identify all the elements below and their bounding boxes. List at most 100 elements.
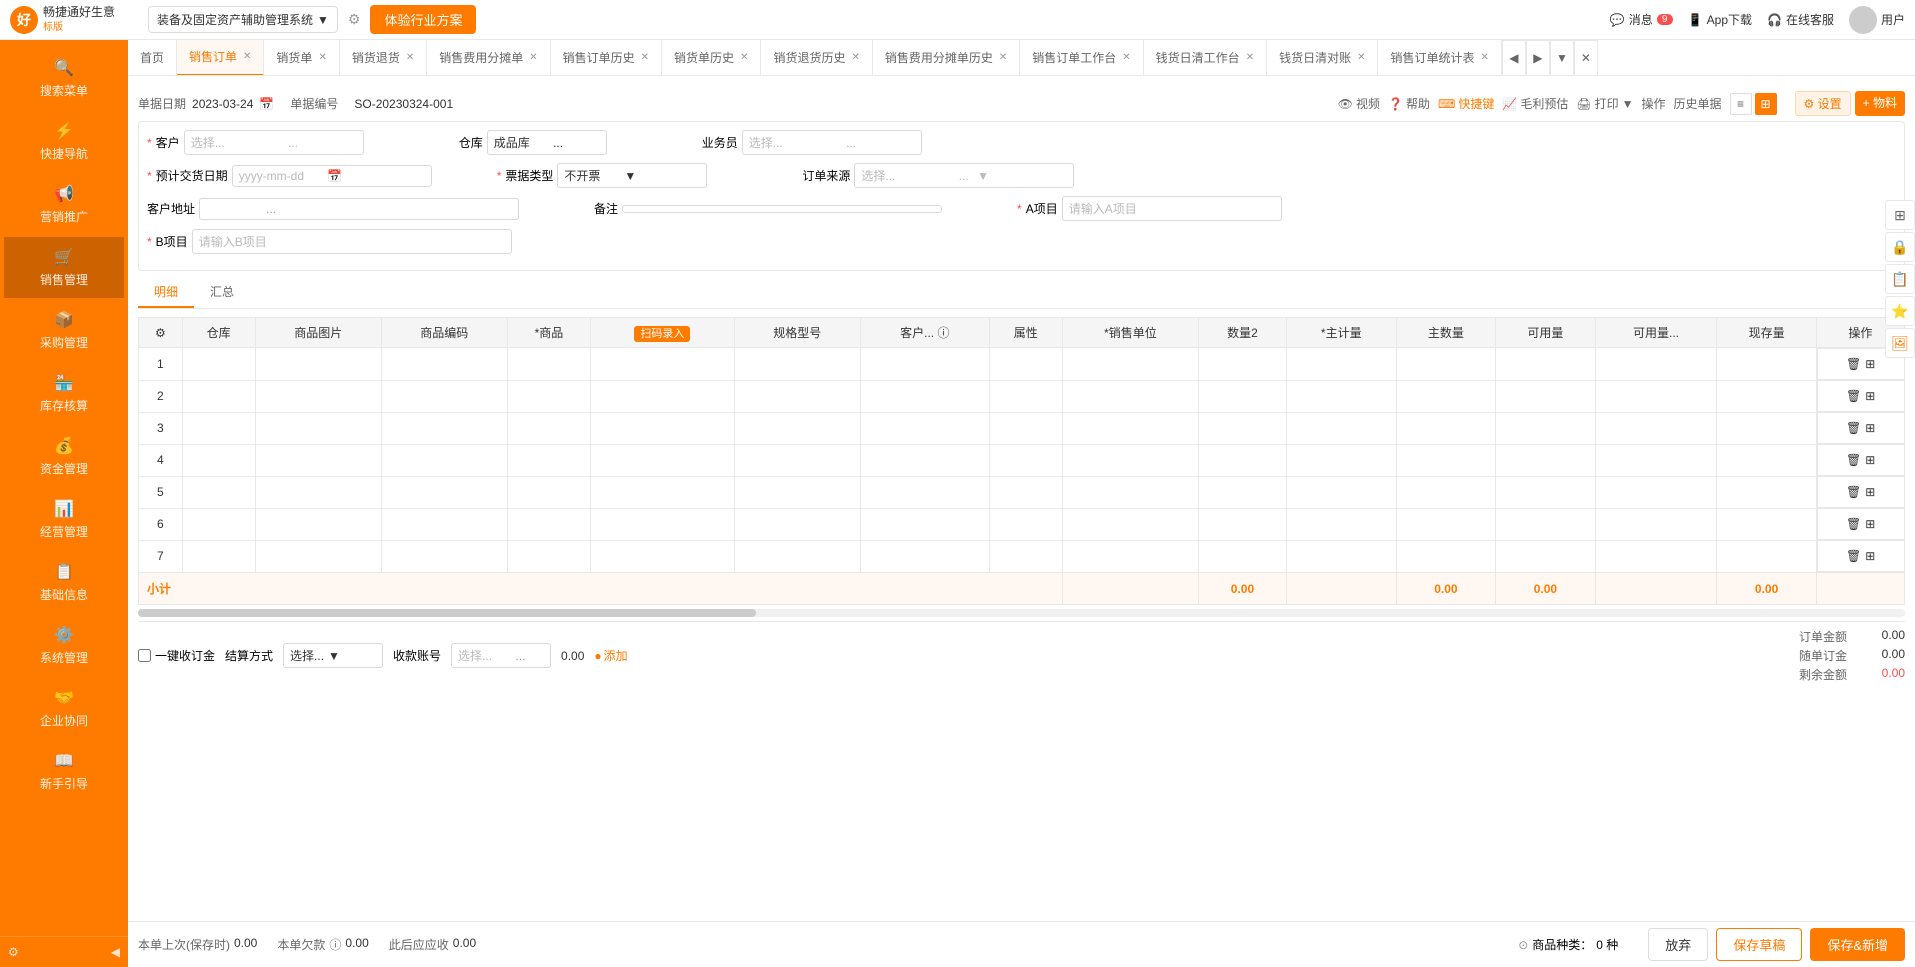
tab-sales-workbench[interactable]: 销售订单工作台 ✕ bbox=[1020, 40, 1143, 76]
one-click-payment-checkbox[interactable]: 一键收订金 bbox=[138, 647, 215, 664]
sidebar-item-inventory[interactable]: 🏪 库存核算 bbox=[4, 363, 124, 424]
address-input[interactable]: ... bbox=[199, 198, 519, 220]
row-delete-icon[interactable]: 🗑 bbox=[1846, 453, 1861, 467]
save-draft-button[interactable]: 保存草稿 bbox=[1716, 928, 1802, 961]
invoice-select[interactable]: 不开票 ▼ bbox=[557, 163, 707, 188]
sidebar-item-operations[interactable]: 📊 经营管理 bbox=[4, 489, 124, 550]
sidebar-item-quick-nav[interactable]: ⚡ 快捷导航 bbox=[4, 111, 124, 172]
grid-view-btn[interactable]: ⊞ bbox=[1755, 93, 1777, 115]
note-input[interactable] bbox=[622, 205, 942, 213]
print-dropdown-icon[interactable]: ▼ bbox=[1622, 97, 1634, 111]
row-copy-icon[interactable]: ⊞ bbox=[1865, 421, 1875, 435]
sidebar-item-search[interactable]: 🔍 搜索菜单 bbox=[4, 48, 124, 109]
row-copy-icon[interactable]: ⊞ bbox=[1865, 357, 1875, 371]
sidebar-item-system[interactable]: ⚙️ 系统管理 bbox=[4, 615, 124, 676]
tab-sales-expense-history[interactable]: 销售费用分摊单历史 ✕ bbox=[873, 40, 1020, 76]
side-panel-btn-2[interactable]: 🔒 bbox=[1885, 232, 1915, 262]
row-delete-icon[interactable]: 🗑 bbox=[1846, 421, 1861, 435]
project-b-input[interactable]: 请输入B项目 bbox=[192, 229, 512, 254]
sidebar-collapse-icon[interactable]: ◀ bbox=[111, 945, 120, 959]
add-payment-btn[interactable]: ● 添加 bbox=[594, 647, 627, 664]
message-button[interactable]: 💬 消息 9 bbox=[1610, 11, 1673, 28]
row-copy-icon[interactable]: ⊞ bbox=[1865, 389, 1875, 403]
sidebar-settings-icon[interactable]: ⚙ bbox=[8, 945, 19, 959]
tab-detail[interactable]: 明细 bbox=[138, 277, 194, 308]
list-view-btn[interactable]: ≡ bbox=[1730, 93, 1752, 115]
sidebar-item-finance[interactable]: 💰 资金管理 bbox=[4, 426, 124, 487]
tab-next-btn[interactable]: ▶ bbox=[1526, 40, 1550, 76]
tab-close-sales-order[interactable]: ✕ bbox=[243, 51, 251, 62]
side-panel-btn-1[interactable]: ⊞ bbox=[1885, 200, 1915, 230]
row-copy-icon[interactable]: ⊞ bbox=[1865, 485, 1875, 499]
online-service-button[interactable]: 🎧 在线客服 bbox=[1767, 11, 1834, 28]
row-copy-icon[interactable]: ⊞ bbox=[1865, 453, 1875, 467]
row-delete-icon[interactable]: 🗑 bbox=[1846, 389, 1861, 403]
side-panel-btn-4[interactable]: ⭐ bbox=[1885, 296, 1915, 326]
tab-cash-workbench[interactable]: 钱货日清工作台 ✕ bbox=[1144, 40, 1267, 76]
order-source-dropdown[interactable]: ▼ bbox=[977, 169, 989, 183]
discard-button[interactable]: 放弃 bbox=[1648, 928, 1708, 961]
tab-sales-stats[interactable]: 销售订单统计表 ✕ bbox=[1378, 40, 1501, 76]
tab-close-all-btn[interactable]: ✕ bbox=[1574, 40, 1598, 76]
tab-sales-return-history[interactable]: 销货退货历史 ✕ bbox=[761, 40, 872, 76]
tab-close-workbench[interactable]: ✕ bbox=[1122, 52, 1130, 63]
tab-cash-reconcile[interactable]: 钱货日清对账 ✕ bbox=[1267, 40, 1378, 76]
row-copy-icon[interactable]: ⊞ bbox=[1865, 517, 1875, 531]
delivery-input[interactable]: yyyy-mm-dd 📅 bbox=[232, 165, 432, 187]
solution-button[interactable]: 体验行业方案 bbox=[370, 5, 476, 34]
tab-sales-order-history[interactable]: 销售订单历史 ✕ bbox=[551, 40, 662, 76]
row-delete-icon[interactable]: 🗑 bbox=[1846, 485, 1861, 499]
app-download-button[interactable]: 📱 App下载 bbox=[1688, 11, 1752, 28]
settings-icon[interactable]: ⚙ bbox=[348, 11, 361, 28]
tab-list-btn[interactable]: ▼ bbox=[1550, 40, 1574, 76]
tab-sales-expense[interactable]: 销售费用分摊单 ✕ bbox=[427, 40, 550, 76]
sidebar-item-enterprise[interactable]: 🤝 企业协同 bbox=[4, 678, 124, 739]
tab-home[interactable]: 首页 bbox=[128, 40, 177, 76]
product-count-icon[interactable]: ⊙ bbox=[1518, 938, 1528, 952]
tab-sales-bill-history[interactable]: 销货单历史 ✕ bbox=[662, 40, 761, 76]
scrollbar-thumb[interactable] bbox=[138, 609, 756, 617]
save-new-button[interactable]: 保存&新增 bbox=[1810, 928, 1905, 961]
history-btn[interactable]: 历史单据 bbox=[1673, 95, 1721, 112]
print-btn[interactable]: 🖨 打印 ▼ bbox=[1576, 95, 1633, 112]
tab-close-sales-expense[interactable]: ✕ bbox=[529, 52, 537, 63]
tab-summary[interactable]: 汇总 bbox=[194, 277, 250, 308]
sidebar-item-sales[interactable]: 🛒 销售管理 bbox=[4, 237, 124, 298]
row-delete-icon[interactable]: 🗑 bbox=[1846, 517, 1861, 531]
col-settings[interactable]: ⚙ bbox=[139, 318, 183, 348]
tab-sales-bill[interactable]: 销货单 ✕ bbox=[264, 40, 339, 76]
settings-button[interactable]: ⚙ 设置 bbox=[1795, 91, 1851, 116]
user-menu[interactable]: 用户 bbox=[1849, 6, 1905, 34]
tab-close-history[interactable]: ✕ bbox=[641, 52, 649, 63]
order-source-input[interactable]: 选择... ... ▼ bbox=[854, 163, 1074, 188]
tab-prev-btn[interactable]: ◀ bbox=[1502, 40, 1526, 76]
help-btn[interactable]: ❓ 帮助 bbox=[1388, 95, 1430, 112]
staff-input[interactable]: 选择... ... bbox=[742, 130, 922, 155]
system-selector[interactable]: 装备及固定资产辅助管理系统 ▼ bbox=[148, 6, 338, 33]
row-delete-icon[interactable]: 🗑 bbox=[1846, 357, 1861, 371]
tab-close-expense-history[interactable]: ✕ bbox=[999, 52, 1007, 63]
tab-close-return-history[interactable]: ✕ bbox=[851, 52, 859, 63]
tab-close-sales-return[interactable]: ✕ bbox=[406, 52, 414, 63]
tab-close-cash-workbench[interactable]: ✕ bbox=[1246, 52, 1254, 63]
tab-close-bill-history[interactable]: ✕ bbox=[740, 52, 748, 63]
operation-btn[interactable]: 操作 bbox=[1641, 95, 1665, 112]
profit-btn[interactable]: 📈 毛利预估 bbox=[1502, 95, 1568, 112]
tab-sales-order[interactable]: 销售订单 ✕ bbox=[177, 40, 264, 76]
payment-method-select[interactable]: 选择... ▼ bbox=[283, 643, 383, 668]
project-a-input[interactable]: 请输入A项目 bbox=[1062, 196, 1282, 221]
tab-close-stats[interactable]: ✕ bbox=[1481, 52, 1489, 63]
tab-sales-return[interactable]: 销货退货 ✕ bbox=[340, 40, 427, 76]
one-click-checkbox-input[interactable] bbox=[138, 649, 151, 662]
side-panel-btn-3[interactable]: 📋 bbox=[1885, 264, 1915, 294]
row-copy-icon[interactable]: ⊞ bbox=[1865, 549, 1875, 563]
calendar-icon[interactable]: 📅 bbox=[259, 97, 274, 111]
shortcut-btn[interactable]: ⌨ 快捷键 bbox=[1438, 95, 1494, 112]
side-panel-btn-5[interactable]: 🖼 bbox=[1885, 328, 1915, 358]
row-delete-icon[interactable]: 🗑 bbox=[1846, 549, 1861, 563]
warehouse-input[interactable]: 成品库 ... bbox=[487, 130, 607, 155]
col-scan[interactable]: 扫码录入 bbox=[591, 318, 735, 348]
add-product-button[interactable]: + 物料 bbox=[1855, 91, 1905, 116]
info-icon[interactable]: ⓘ bbox=[329, 936, 341, 953]
sidebar-item-marketing[interactable]: 📢 营销推广 bbox=[4, 174, 124, 235]
